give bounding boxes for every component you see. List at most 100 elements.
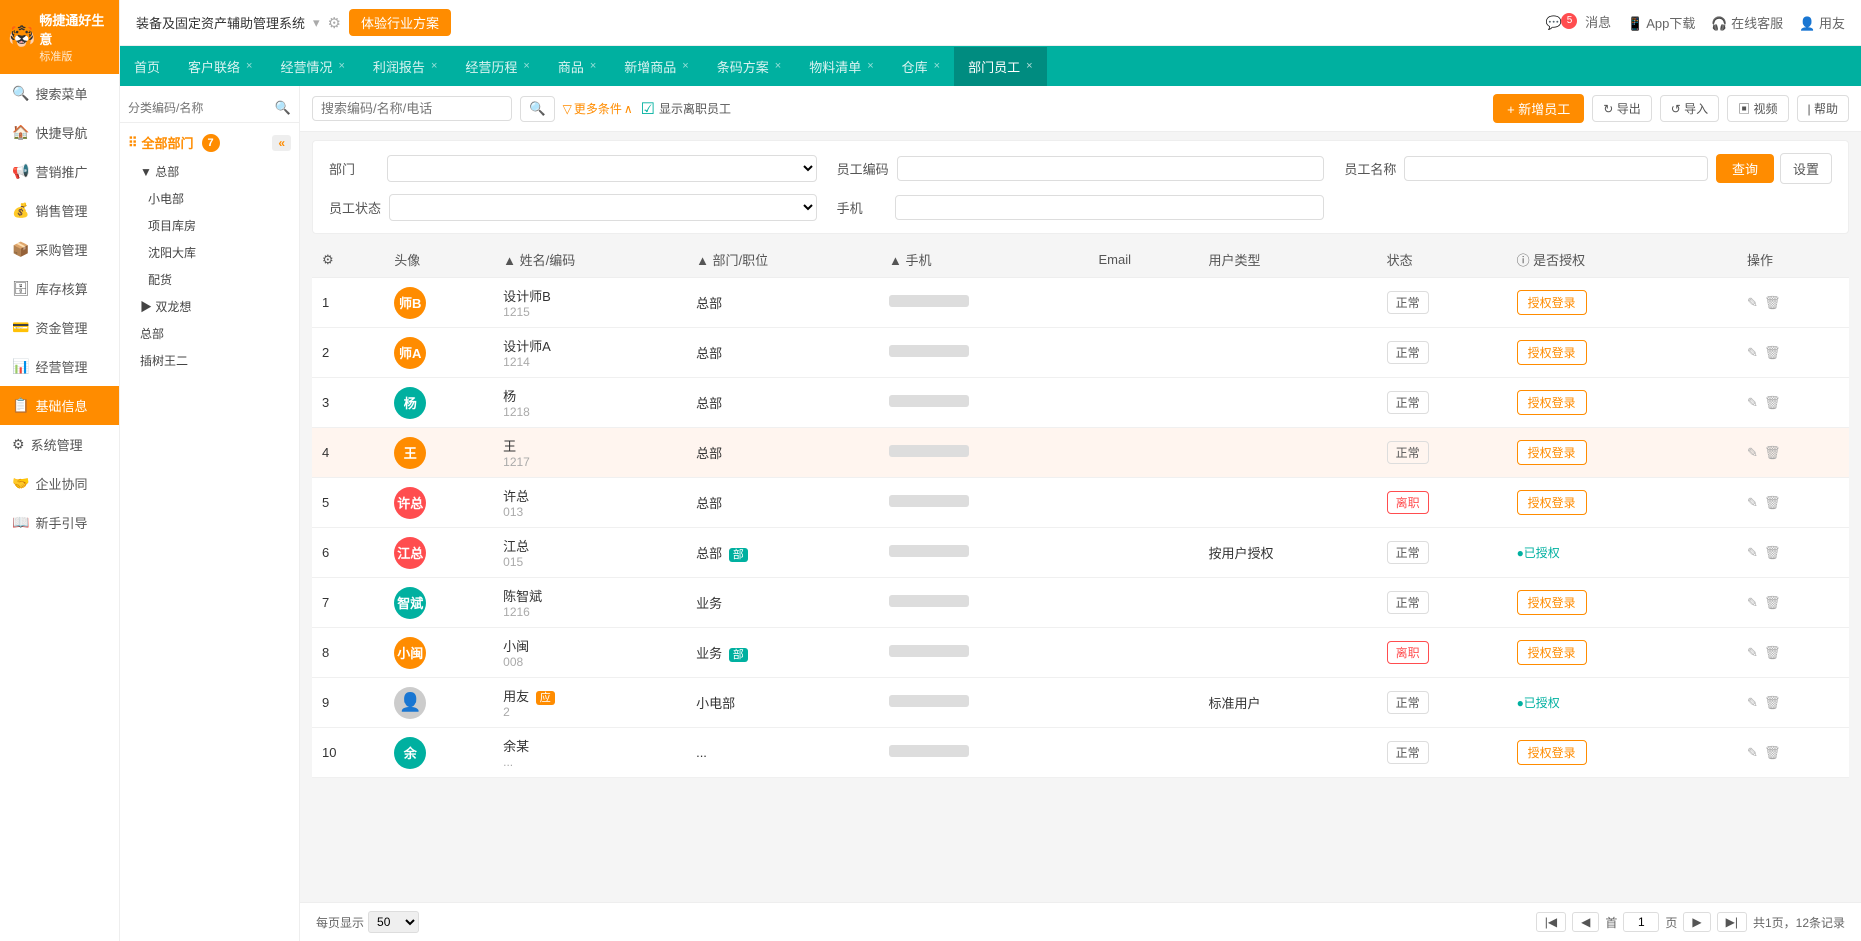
close-tab-product[interactable]: × <box>590 60 596 72</box>
close-tab-profit[interactable]: × <box>431 60 437 72</box>
delete-icon[interactable]: 🗑 <box>1764 495 1781 510</box>
edit-icon[interactable]: ✎ <box>1747 695 1758 710</box>
auth-login-btn[interactable]: 授权登录 <box>1517 340 1587 365</box>
dept-item-shuanglongxiang[interactable]: ▶ 双龙想 <box>120 293 299 320</box>
tab-customer[interactable]: 客户联络× <box>174 47 266 86</box>
message-item[interactable]: 💬 5 消息 <box>1546 12 1611 33</box>
col-dept[interactable]: ▲ 部门/职位 <box>686 242 879 278</box>
edit-icon[interactable]: ✎ <box>1747 645 1758 660</box>
tab-barcode[interactable]: 条码方案× <box>703 47 795 86</box>
sidebar-item-shortcut[interactable]: 🏠 快捷导航 <box>0 113 119 152</box>
close-tab-barcode[interactable]: × <box>775 60 781 72</box>
sidebar-item-system[interactable]: ⚙ 系统管理 <box>0 425 119 464</box>
help-button[interactable]: | 帮助 <box>1797 95 1849 122</box>
sidebar-item-guide[interactable]: 📖 新手引导 <box>0 503 119 542</box>
close-tab-staff[interactable]: × <box>1026 60 1032 72</box>
query-button[interactable]: 查询 <box>1716 154 1774 183</box>
delete-icon[interactable]: 🗑 <box>1764 345 1781 360</box>
auth-login-btn[interactable]: 授权登录 <box>1517 740 1587 765</box>
close-tab-hist[interactable]: × <box>523 60 529 72</box>
sidebar-item-enterprise[interactable]: 🤝 企业协同 <box>0 464 119 503</box>
close-tab-op[interactable]: × <box>338 60 344 72</box>
settings-icon[interactable]: ⚙ <box>328 14 341 32</box>
auth-login-btn[interactable]: 授权登录 <box>1517 490 1587 515</box>
prev-page-btn[interactable]: ◀ <box>1572 912 1599 932</box>
tab-profit[interactable]: 利润报告× <box>359 47 451 86</box>
view-button[interactable]: ▣ 视频 <box>1727 95 1788 122</box>
auth-login-btn[interactable]: 授权登录 <box>1517 390 1587 415</box>
dept-collapse-btn[interactable]: « <box>272 135 291 151</box>
status-filter-select[interactable] <box>389 194 817 221</box>
dept-item-root[interactable]: ▼ 总部 <box>120 158 299 185</box>
sidebar-item-search[interactable]: 🔍 搜索菜单 <box>0 74 119 113</box>
phone-filter-input[interactable] <box>895 195 1325 220</box>
dept-item-chashuwang[interactable]: 插树王二 <box>120 347 299 374</box>
dept-item-xiangmu[interactable]: 项目库房 <box>120 212 299 239</box>
export-button[interactable]: ↻ 导出 <box>1592 95 1651 122</box>
per-page-select[interactable]: 50 100 <box>368 911 419 933</box>
close-tab-bom[interactable]: × <box>867 60 873 72</box>
delete-icon[interactable]: 🗑 <box>1764 445 1781 460</box>
edit-icon[interactable]: ✎ <box>1747 345 1758 360</box>
delete-icon[interactable]: 🗑 <box>1764 295 1781 310</box>
page-input[interactable] <box>1623 912 1659 932</box>
col-phone[interactable]: ▲ 手机 <box>879 242 1089 278</box>
dept-item-xiaodibu[interactable]: 小电部 <box>120 185 299 212</box>
dept-item-zongbu[interactable]: 总部 <box>120 320 299 347</box>
edit-icon[interactable]: ✎ <box>1747 495 1758 510</box>
dept-item-shenyang[interactable]: 沈阳大库 <box>120 239 299 266</box>
tab-history[interactable]: 经营历程× <box>451 47 543 86</box>
tab-bom[interactable]: 物料清单× <box>795 47 887 86</box>
auth-login-btn[interactable]: 授权登录 <box>1517 640 1587 665</box>
delete-icon[interactable]: 🗑 <box>1764 645 1781 660</box>
col-name[interactable]: ▲ 姓名/编码 <box>493 242 686 278</box>
sidebar-item-inventory[interactable]: 🗄 库存核算 <box>0 269 119 308</box>
close-tab-newprod[interactable]: × <box>682 60 688 72</box>
trial-button[interactable]: 体验行业方案 <box>349 9 451 36</box>
add-employee-button[interactable]: + 新增员工 <box>1493 94 1584 123</box>
auth-login-btn[interactable]: 授权登录 <box>1517 440 1587 465</box>
edit-icon[interactable]: ✎ <box>1747 395 1758 410</box>
delete-icon[interactable]: 🗑 <box>1764 395 1781 410</box>
delete-icon[interactable]: 🗑 <box>1764 695 1781 710</box>
sidebar-item-basic[interactable]: 📋 基础信息 <box>0 386 119 425</box>
dept-all[interactable]: ⠿ 全部部门 7 « <box>120 127 299 158</box>
edit-icon[interactable]: ✎ <box>1747 745 1758 760</box>
online-service-item[interactable]: 🎧 在线客服 <box>1711 13 1783 32</box>
edit-icon[interactable]: ✎ <box>1747 595 1758 610</box>
delete-icon[interactable]: 🗑 <box>1764 545 1781 560</box>
dept-search-input[interactable] <box>128 101 275 115</box>
last-page-btn[interactable]: ▶| <box>1717 912 1747 932</box>
sidebar-item-purchase[interactable]: 📦 采购管理 <box>0 230 119 269</box>
close-tab-customer[interactable]: × <box>246 60 252 72</box>
tab-staff[interactable]: 部门员工× <box>954 47 1046 86</box>
search-button[interactable]: 🔍 <box>520 96 555 122</box>
delete-icon[interactable]: 🗑 <box>1764 745 1781 760</box>
sidebar-item-finance[interactable]: 💳 资金管理 <box>0 308 119 347</box>
more-filter-btn[interactable]: ▽ 更多条件 ∧ <box>563 100 633 117</box>
auth-login-btn[interactable]: 授权登录 <box>1517 590 1587 615</box>
first-page-btn[interactable]: |◀ <box>1536 912 1566 932</box>
auth-login-btn[interactable]: 授权登录 <box>1517 290 1587 315</box>
tab-product[interactable]: 商品× <box>544 47 610 86</box>
import-button[interactable]: ↺ 导入 <box>1660 95 1719 122</box>
app-download-item[interactable]: 📱 App下载 <box>1627 13 1695 32</box>
name-filter-input[interactable] <box>1404 156 1708 181</box>
sidebar-item-sales[interactable]: 💰 销售管理 <box>0 191 119 230</box>
show-resigned-checkbox[interactable]: ☑ 显示离职员工 <box>641 99 731 119</box>
tab-home[interactable]: 首页 <box>120 47 174 86</box>
next-page-btn[interactable]: ▶ <box>1683 912 1710 932</box>
code-filter-input[interactable] <box>897 156 1325 181</box>
sidebar-item-marketing[interactable]: 📢 营销推广 <box>0 152 119 191</box>
dept-item-peihuo[interactable]: 配货 <box>120 266 299 293</box>
dropdown-icon[interactable]: ▾ <box>313 15 320 31</box>
col-settings[interactable]: ⚙ <box>312 242 384 278</box>
set-button[interactable]: 设置 <box>1780 153 1832 184</box>
edit-icon[interactable]: ✎ <box>1747 445 1758 460</box>
delete-icon[interactable]: 🗑 <box>1764 595 1781 610</box>
edit-icon[interactable]: ✎ <box>1747 545 1758 560</box>
dept-filter-select[interactable] <box>387 155 817 182</box>
dept-search-icon[interactable]: 🔍 <box>275 100 291 116</box>
user-avatar[interactable]: 👤 用友 <box>1799 13 1845 32</box>
close-tab-wh[interactable]: × <box>934 60 940 72</box>
